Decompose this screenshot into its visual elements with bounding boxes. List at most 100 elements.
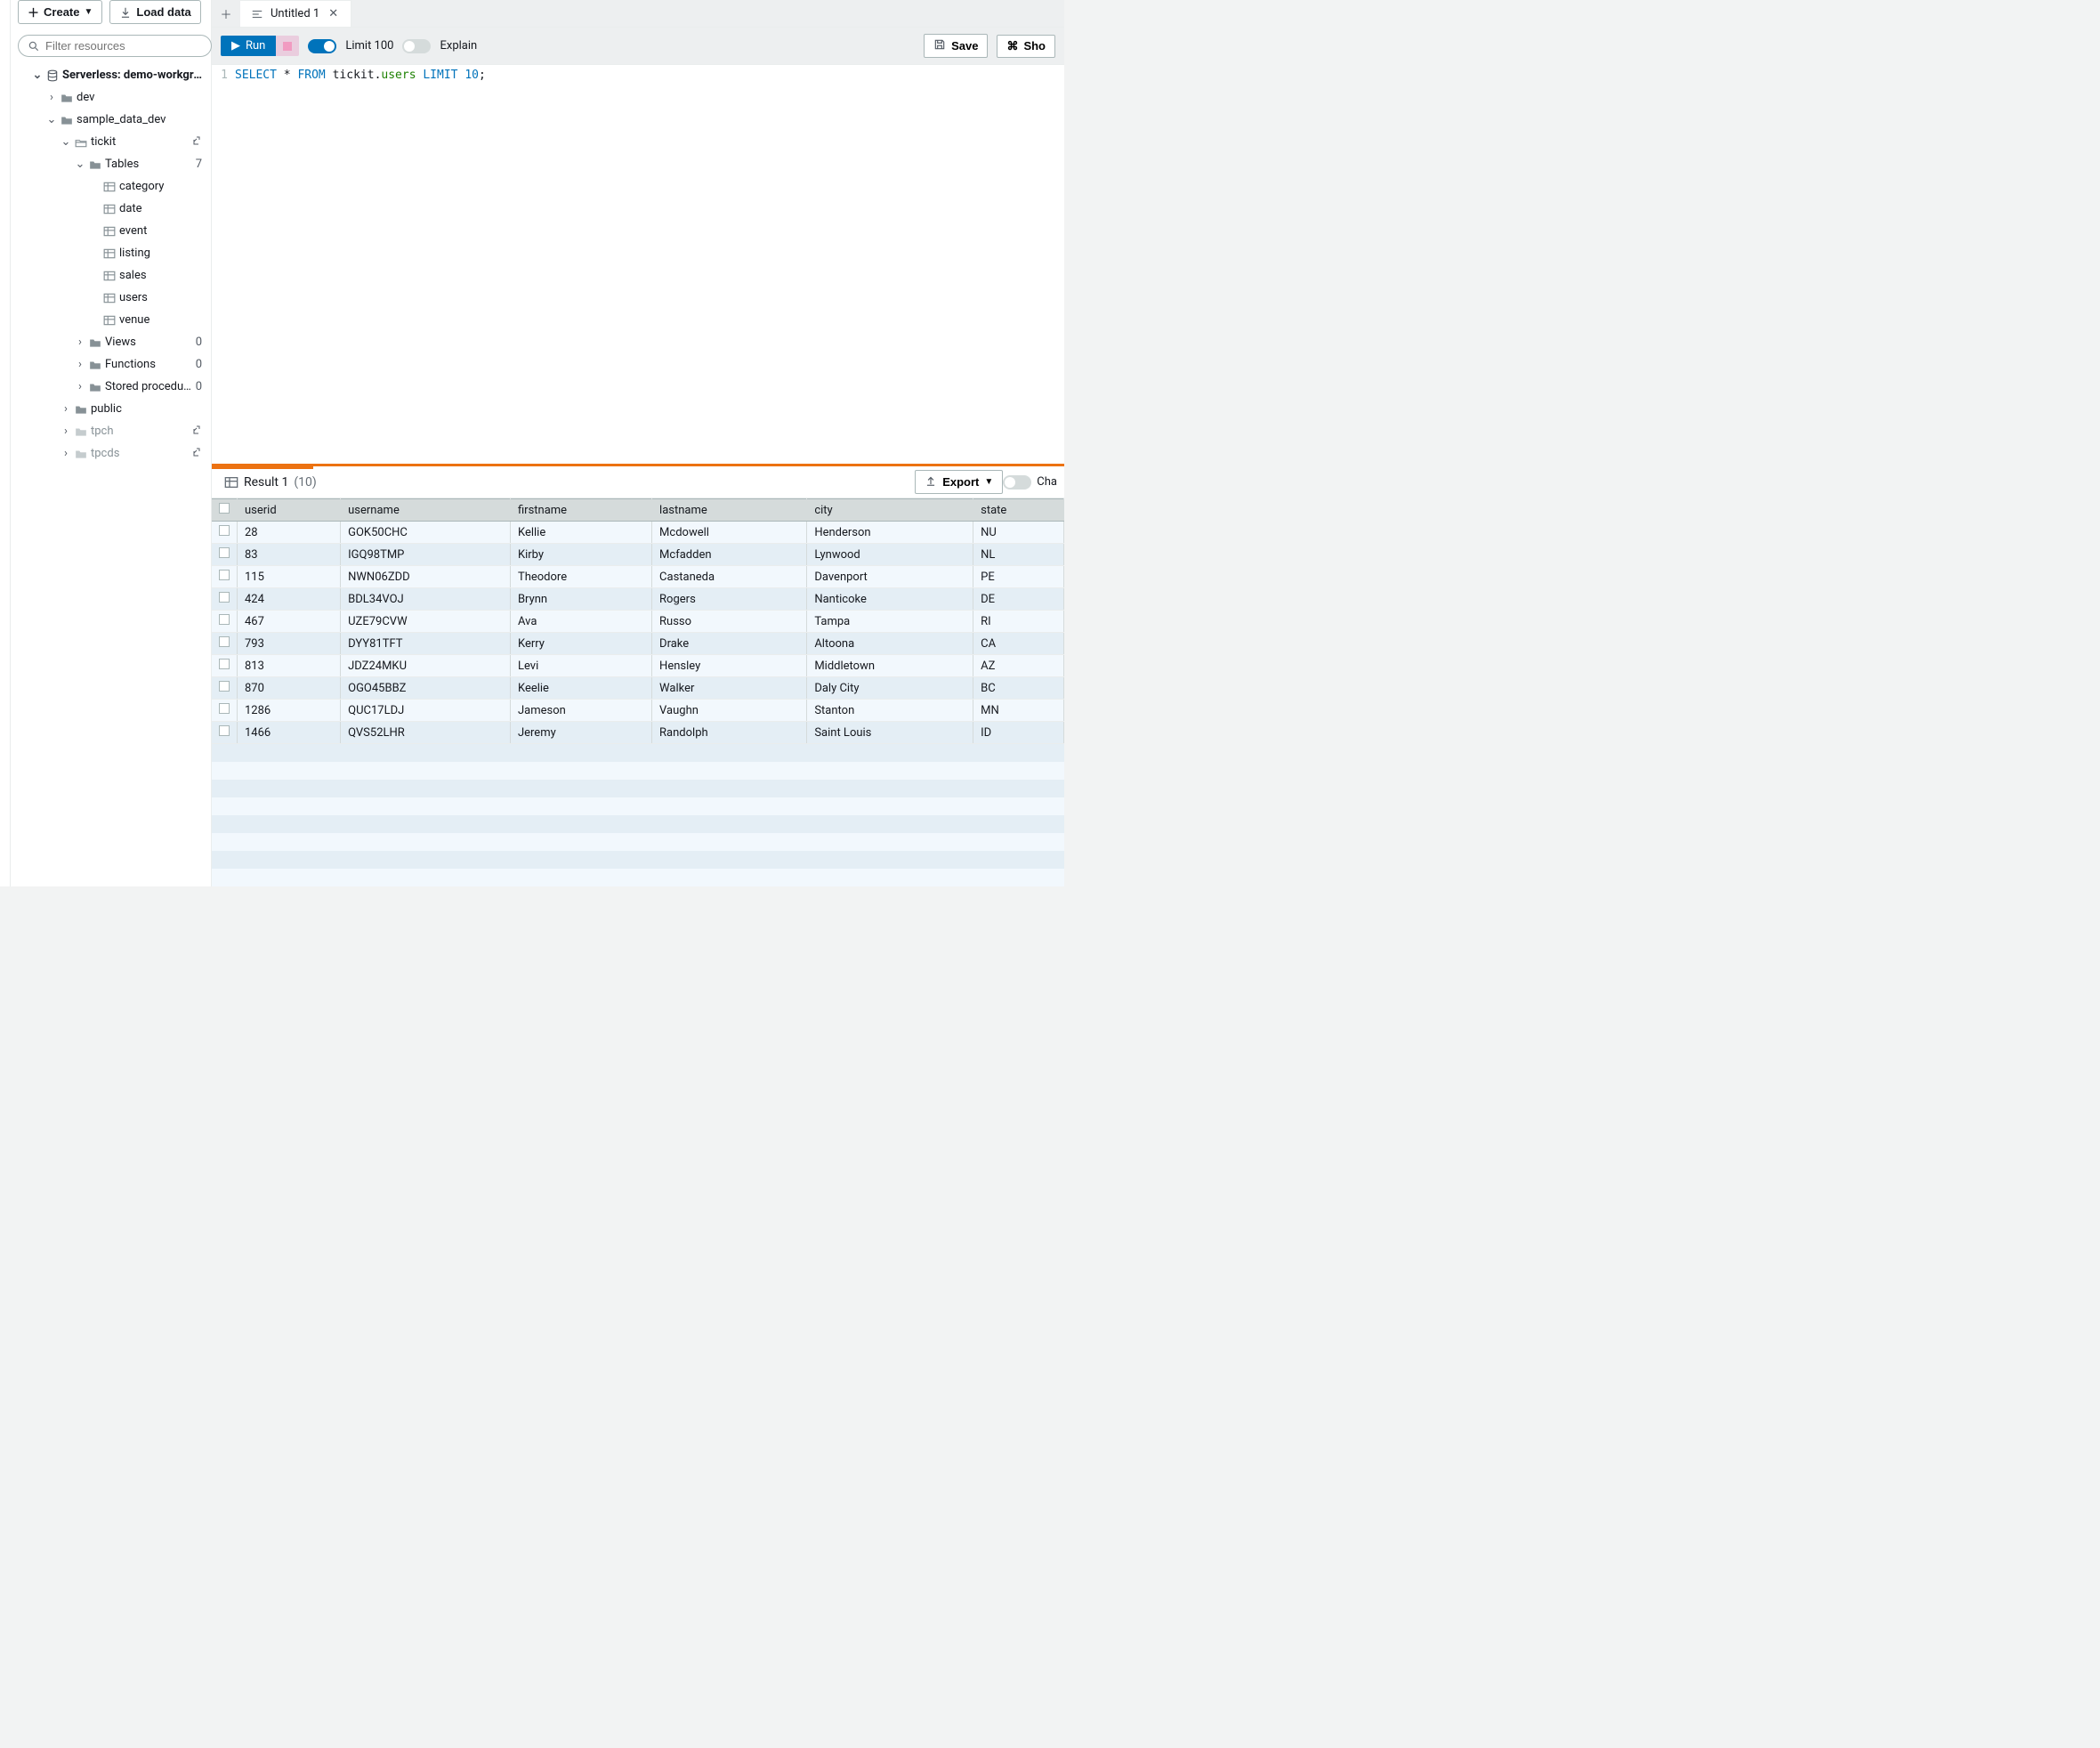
- filter-input-field[interactable]: [45, 39, 202, 53]
- cell: JDZ24MKU: [341, 655, 511, 677]
- cell: Walker: [652, 677, 807, 700]
- upload-icon: [925, 474, 937, 490]
- cell: BC: [973, 677, 1064, 700]
- folder-icon: [75, 449, 87, 459]
- save-button[interactable]: Save: [924, 34, 988, 58]
- tree-schema-tickit[interactable]: ⌄ tickit: [11, 131, 211, 153]
- row-checkbox[interactable]: [212, 544, 238, 566]
- tab-untitled[interactable]: Untitled 1 ✕: [240, 0, 351, 27]
- tree-db-sample[interactable]: ⌄ sample_data_dev: [11, 109, 211, 131]
- row-checkbox[interactable]: [212, 522, 238, 544]
- column-header-firstname[interactable]: firstname: [510, 499, 651, 522]
- cell: IGQ98TMP: [341, 544, 511, 566]
- tree-schema-tpcds-label: tpcds: [91, 447, 188, 460]
- cell: Castaneda: [652, 566, 807, 588]
- folder-open-icon: [75, 137, 87, 148]
- tree-table-listing[interactable]: listing: [11, 242, 211, 264]
- cell: Randolph: [652, 722, 807, 744]
- chevron-right-icon: ›: [75, 380, 85, 393]
- cell: Middletown: [807, 655, 973, 677]
- cell: NL: [973, 544, 1064, 566]
- tree-procs[interactable]: › Stored procedu… 0: [11, 376, 211, 398]
- tree-root-label: Serverless: demo-workgroup: [62, 69, 204, 82]
- save-label: Save: [951, 39, 978, 53]
- export-button[interactable]: Export ▼: [915, 470, 1003, 494]
- stop-icon: [283, 42, 292, 51]
- close-tab-button[interactable]: ✕: [327, 7, 340, 20]
- add-tab-button[interactable]: ＋: [212, 0, 240, 27]
- table-row[interactable]: 1286QUC17LDJJamesonVaughnStantonMN: [212, 700, 1064, 722]
- table-row[interactable]: 83IGQ98TMPKirbyMcfaddenLynwoodNL: [212, 544, 1064, 566]
- stop-button[interactable]: [276, 36, 299, 56]
- table-row[interactable]: 28GOK50CHCKellieMcdowellHendersonNU: [212, 522, 1064, 544]
- tree-schema-public[interactable]: › public: [11, 398, 211, 420]
- tree-tables[interactable]: ⌄ Tables 7: [11, 153, 211, 175]
- tree-schema-tpch[interactable]: › tpch: [11, 420, 211, 442]
- create-button[interactable]: ＋ Create ▼: [18, 0, 102, 24]
- cell: Henderson: [807, 522, 973, 544]
- tree-db-sample-label: sample_data_dev: [77, 113, 204, 126]
- table-row[interactable]: 115NWN06ZDDTheodoreCastanedaDavenportPE: [212, 566, 1064, 588]
- explain-toggle[interactable]: [402, 39, 431, 53]
- column-header-username[interactable]: username: [341, 499, 511, 522]
- cell: Russo: [652, 611, 807, 633]
- cell: Hensley: [652, 655, 807, 677]
- row-checkbox[interactable]: [212, 722, 238, 744]
- chevron-right-icon: ›: [61, 425, 71, 438]
- tree-views[interactable]: › Views 0: [11, 331, 211, 353]
- table-row[interactable]: 870OGO45BBZKeelieWalkerDaly CityBC: [212, 677, 1064, 700]
- cell: CA: [973, 633, 1064, 655]
- folder-icon: [89, 360, 101, 370]
- table-row[interactable]: 793DYY81TFTKerryDrakeAltoonaCA: [212, 633, 1064, 655]
- row-checkbox[interactable]: [212, 677, 238, 700]
- table-icon: [103, 226, 116, 237]
- chart-toggle[interactable]: [1003, 475, 1031, 490]
- tree-functions[interactable]: › Functions 0: [11, 353, 211, 376]
- sql-editor[interactable]: 1 SELECT * FROM tickit.users LIMIT 10;: [212, 65, 1064, 464]
- column-header-state[interactable]: state: [973, 499, 1064, 522]
- cell: Tampa: [807, 611, 973, 633]
- load-data-button[interactable]: Load data: [109, 0, 200, 24]
- table-row[interactable]: 467UZE79CVWAvaRussoTampaRI: [212, 611, 1064, 633]
- tree-table-sales[interactable]: sales: [11, 264, 211, 287]
- table-icon: [103, 293, 116, 303]
- row-checkbox[interactable]: [212, 566, 238, 588]
- tree-schema-tpch-label: tpch: [91, 425, 188, 438]
- tree-schema-tpcds[interactable]: › tpcds: [11, 442, 211, 465]
- column-header-userid[interactable]: userid: [238, 499, 341, 522]
- run-label: Run: [246, 39, 265, 53]
- cell: AZ: [973, 655, 1064, 677]
- table-row[interactable]: 424BDL34VOJBrynnRogersNanticokeDE: [212, 588, 1064, 611]
- tree-table-venue[interactable]: venue: [11, 309, 211, 331]
- select-all-checkbox[interactable]: [212, 499, 238, 522]
- cell: Kerry: [510, 633, 651, 655]
- tree-table-category[interactable]: category: [11, 175, 211, 198]
- run-button[interactable]: ▶ Run: [221, 36, 276, 56]
- row-checkbox[interactable]: [212, 700, 238, 722]
- tree-db-dev[interactable]: › dev: [11, 86, 211, 109]
- tree-table-date[interactable]: date: [11, 198, 211, 220]
- row-checkbox[interactable]: [212, 655, 238, 677]
- row-checkbox[interactable]: [212, 611, 238, 633]
- column-header-lastname[interactable]: lastname: [652, 499, 807, 522]
- cell: Jeremy: [510, 722, 651, 744]
- shortcut-button[interactable]: ⌘ Sho: [997, 35, 1055, 58]
- cell: PE: [973, 566, 1064, 588]
- tree-table-event[interactable]: event: [11, 220, 211, 242]
- filter-resources-input[interactable]: [18, 35, 212, 57]
- tree-table-label: users: [119, 291, 204, 304]
- tree-root-workgroup[interactable]: ⌄ Serverless: demo-workgroup: [11, 64, 211, 86]
- column-header-city[interactable]: city: [807, 499, 973, 522]
- row-checkbox[interactable]: [212, 633, 238, 655]
- table-row[interactable]: 813JDZ24MKULeviHensleyMiddletownAZ: [212, 655, 1064, 677]
- table-icon: [103, 182, 116, 192]
- tree-table-label: category: [119, 180, 204, 193]
- cell: Rogers: [652, 588, 807, 611]
- tree-db-dev-label: dev: [77, 91, 204, 104]
- result-tab-count: (10): [294, 475, 316, 490]
- result-tab[interactable]: Result 1 (10): [219, 472, 322, 493]
- row-checkbox[interactable]: [212, 588, 238, 611]
- limit-toggle[interactable]: [308, 39, 336, 53]
- table-row[interactable]: 1466QVS52LHRJeremyRandolphSaint LouisID: [212, 722, 1064, 744]
- tree-table-users[interactable]: users: [11, 287, 211, 309]
